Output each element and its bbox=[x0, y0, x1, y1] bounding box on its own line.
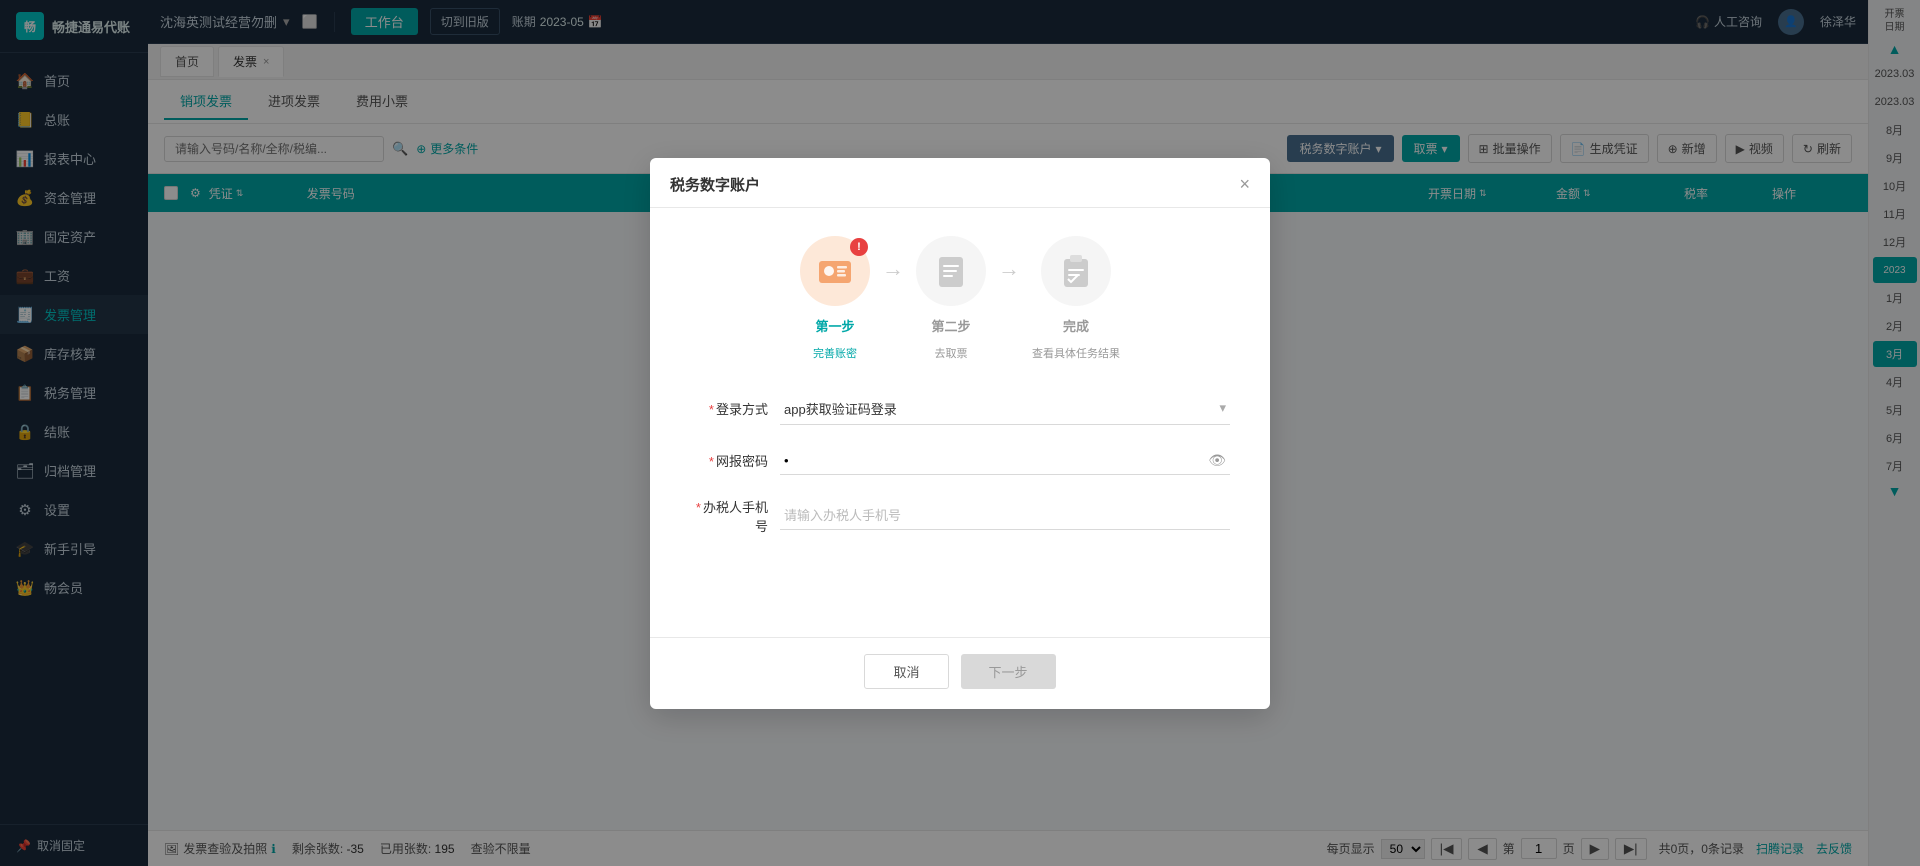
login-method-value: app获取验证码登录 bbox=[784, 399, 897, 418]
step3-sublabel: 查看具体任务结果 bbox=[1032, 345, 1120, 361]
password-label: 网报密码 bbox=[690, 451, 780, 470]
step1-id-card-icon bbox=[815, 251, 855, 291]
step1-sublabel: 完善账密 bbox=[813, 345, 857, 361]
step1-icon-wrapper: ! bbox=[800, 236, 870, 306]
step-arrow-2: → bbox=[986, 236, 1032, 282]
form-row-phone: 办税人手机号 bbox=[690, 497, 1230, 535]
step2-sublabel: 去取票 bbox=[935, 345, 968, 361]
step3-clipboard-icon bbox=[1056, 251, 1096, 291]
form-row-password: 网报密码 👁 bbox=[690, 447, 1230, 475]
login-method-label: 登录方式 bbox=[690, 399, 780, 418]
form-row-login-method: 登录方式 app获取验证码登录 ▾ bbox=[690, 393, 1230, 425]
dialog-overlay: 税务数字账户 × ! bbox=[0, 0, 1920, 866]
step-arrow-1: → bbox=[870, 236, 916, 282]
password-toggle-icon[interactable]: 👁 bbox=[1204, 452, 1230, 469]
select-chevron-icon: ▾ bbox=[1219, 400, 1226, 416]
phone-input[interactable] bbox=[780, 502, 1230, 530]
dialog-body: ! 第一步 完善账密 → bbox=[650, 208, 1270, 637]
password-input[interactable] bbox=[780, 447, 1204, 474]
step2-icon-wrapper bbox=[916, 236, 986, 306]
dialog-close-button[interactable]: × bbox=[1239, 175, 1250, 193]
step2-label: 第二步 bbox=[931, 316, 970, 335]
phone-label: 办税人手机号 bbox=[690, 497, 780, 535]
step1-label: 第一步 bbox=[815, 316, 854, 335]
spacer bbox=[690, 557, 1230, 617]
step3-icon-wrapper bbox=[1041, 236, 1111, 306]
steps-container: ! 第一步 完善账密 → bbox=[690, 236, 1230, 361]
step-1: ! 第一步 完善账密 bbox=[800, 236, 870, 361]
cancel-button[interactable]: 取消 bbox=[864, 654, 948, 689]
dialog-title: 税务数字账户 bbox=[670, 174, 760, 195]
next-button[interactable]: 下一步 bbox=[961, 654, 1056, 689]
password-input-wrapper: 👁 bbox=[780, 447, 1230, 475]
step1-badge: ! bbox=[850, 238, 868, 256]
login-method-select[interactable]: app获取验证码登录 ▾ bbox=[780, 393, 1230, 425]
step-3: 完成 查看具体任务结果 bbox=[1032, 236, 1120, 361]
dialog-footer: 取消 下一步 bbox=[650, 637, 1270, 709]
step3-label: 完成 bbox=[1063, 316, 1089, 335]
step2-document-icon bbox=[931, 251, 971, 291]
dialog-header: 税务数字账户 × bbox=[650, 158, 1270, 208]
step-2: 第二步 去取票 bbox=[916, 236, 986, 361]
tax-digital-dialog: 税务数字账户 × ! bbox=[650, 158, 1270, 709]
